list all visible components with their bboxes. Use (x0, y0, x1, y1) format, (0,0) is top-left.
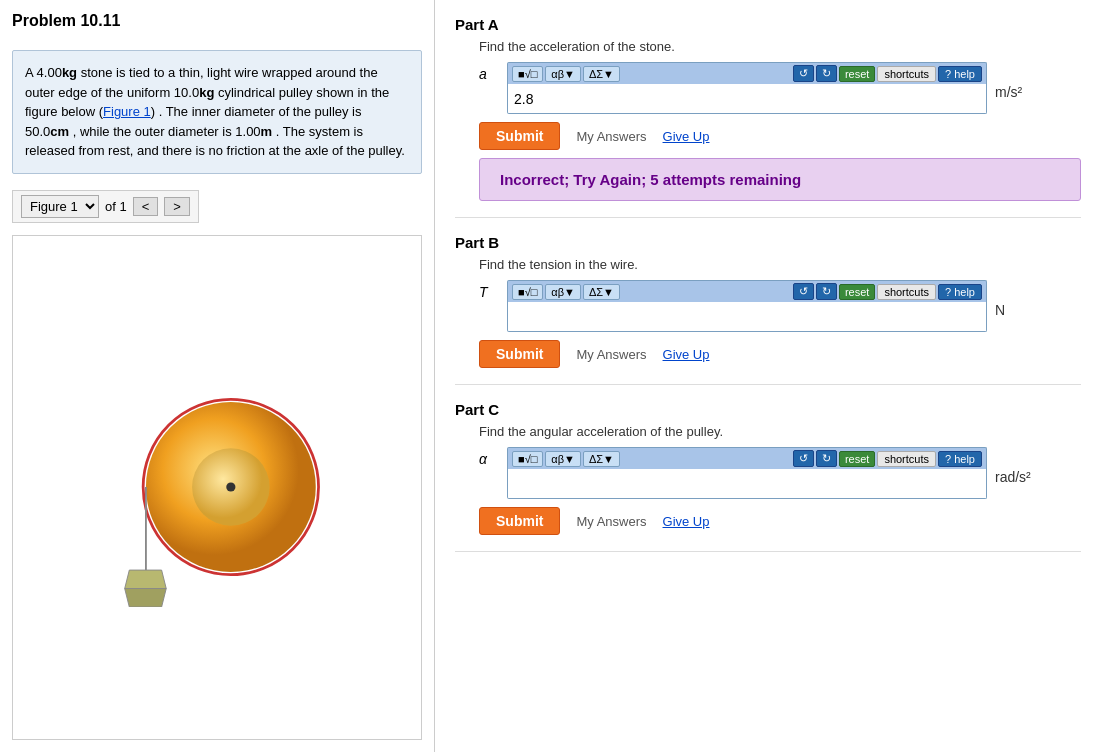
part-a-toolbar: ■√□ αβ▼ ΔΣ▼ ↺ ↻ reset shortcuts ? help (507, 62, 987, 84)
part-c-redo-btn[interactable]: ↻ (816, 450, 837, 467)
part-b-description: Find the tension in the wire. (479, 257, 1081, 272)
part-b-my-answers: My Answers (576, 347, 646, 362)
problem-text: A 4.00kg stone is tied to a thin, light … (25, 65, 405, 158)
part-b-undo-btn[interactable]: ↺ (793, 283, 814, 300)
part-a-reset-btn[interactable]: reset (839, 66, 875, 82)
part-a-give-up[interactable]: Give Up (663, 129, 710, 144)
part-a-description: Find the acceleration of the stone. (479, 39, 1081, 54)
part-b-redo-btn[interactable]: ↻ (816, 283, 837, 300)
part-b-title: Part B (455, 234, 1081, 251)
part-a-unit: m/s² (995, 84, 1022, 100)
part-c-submit-button[interactable]: Submit (479, 507, 560, 535)
part-a-alpha-btn[interactable]: αβ▼ (545, 66, 581, 82)
part-b-give-up[interactable]: Give Up (663, 347, 710, 362)
part-b-toolbar: ■√□ αβ▼ ΔΣ▼ ↺ ↻ reset shortcuts ? help (507, 280, 987, 302)
part-c-help-btn[interactable]: ? help (938, 451, 982, 467)
svg-marker-6 (125, 589, 167, 607)
figure-select[interactable]: Figure 1 (21, 195, 99, 218)
problem-title: Problem 10.11 (12, 12, 422, 30)
part-c-toolbar: ■√□ αβ▼ ΔΣ▼ ↺ ↻ reset shortcuts ? help (507, 447, 987, 469)
part-a-input[interactable] (507, 84, 987, 114)
part-a-sqrt-btn[interactable]: ■√□ (512, 66, 543, 82)
part-c-description: Find the angular acceleration of the pul… (479, 424, 1081, 439)
part-b-var-label: T (479, 284, 499, 300)
part-b-submit-button[interactable]: Submit (479, 340, 560, 368)
part-a-shortcuts-btn[interactable]: shortcuts (877, 66, 936, 82)
part-c-reset-btn[interactable]: reset (839, 451, 875, 467)
part-a-undo-btn[interactable]: ↺ (793, 65, 814, 82)
part-c-shortcuts-btn[interactable]: shortcuts (877, 451, 936, 467)
part-b-input-block: ■√□ αβ▼ ΔΣ▼ ↺ ↻ reset shortcuts ? help (507, 280, 987, 332)
part-b-sqrt-btn[interactable]: ■√□ (512, 284, 543, 300)
figure-next-button[interactable]: > (164, 197, 190, 216)
part-c-input[interactable] (507, 469, 987, 499)
part-c-sqrt-btn[interactable]: ■√□ (512, 451, 543, 467)
part-b-reset-btn[interactable]: reset (839, 284, 875, 300)
part-b-unit: N (995, 302, 1005, 318)
part-c-title: Part C (455, 401, 1081, 418)
figure-prev-button[interactable]: < (133, 197, 159, 216)
part-c-section: Part C Find the angular acceleration of … (455, 401, 1081, 552)
part-c-alpha-btn[interactable]: αβ▼ (545, 451, 581, 467)
problem-text-box: A 4.00kg stone is tied to a thin, light … (12, 50, 422, 174)
figure-of-label: of 1 (105, 199, 127, 214)
part-a-title: Part A (455, 16, 1081, 33)
svg-marker-5 (125, 570, 167, 588)
part-a-redo-btn[interactable]: ↻ (816, 65, 837, 82)
part-b-help-btn[interactable]: ? help (938, 284, 982, 300)
part-a-action-row: Submit My Answers Give Up (479, 122, 1081, 150)
part-c-my-answers: My Answers (576, 514, 646, 529)
part-c-undo-btn[interactable]: ↺ (793, 450, 814, 467)
part-c-delta-btn[interactable]: ΔΣ▼ (583, 451, 620, 467)
figure-controls: Figure 1 of 1 < > (12, 190, 199, 223)
pulley-svg (77, 367, 357, 607)
part-c-input-block: ■√□ αβ▼ ΔΣ▼ ↺ ↻ reset shortcuts ? help (507, 447, 987, 499)
part-a-input-block: ■√□ αβ▼ ΔΣ▼ ↺ ↻ reset shortcuts ? help (507, 62, 987, 114)
part-b-alpha-btn[interactable]: αβ▼ (545, 284, 581, 300)
part-c-var-label: α (479, 451, 499, 467)
part-c-unit: rad/s² (995, 469, 1031, 485)
svg-point-3 (226, 483, 235, 492)
part-b-action-row: Submit My Answers Give Up (479, 340, 1081, 368)
part-a-delta-btn[interactable]: ΔΣ▼ (583, 66, 620, 82)
part-a-feedback: Incorrect; Try Again; 5 attempts remaini… (479, 158, 1081, 201)
part-b-section: Part B Find the tension in the wire. T ■… (455, 234, 1081, 385)
part-a-submit-button[interactable]: Submit (479, 122, 560, 150)
figure-display (12, 235, 422, 741)
part-a-help-btn[interactable]: ? help (938, 66, 982, 82)
part-b-shortcuts-btn[interactable]: shortcuts (877, 284, 936, 300)
part-c-action-row: Submit My Answers Give Up (479, 507, 1081, 535)
part-b-input[interactable] (507, 302, 987, 332)
part-a-section: Part A Find the acceleration of the ston… (455, 16, 1081, 218)
right-panel: Part A Find the acceleration of the ston… (435, 0, 1101, 752)
part-b-answer-row: T ■√□ αβ▼ ΔΣ▼ ↺ ↻ reset shortcuts ? help… (479, 280, 1081, 332)
part-c-give-up[interactable]: Give Up (663, 514, 710, 529)
part-a-answer-row: a ■√□ αβ▼ ΔΣ▼ ↺ ↻ reset shortcuts ? help… (479, 62, 1081, 114)
part-b-delta-btn[interactable]: ΔΣ▼ (583, 284, 620, 300)
part-a-my-answers: My Answers (576, 129, 646, 144)
figure-link[interactable]: Figure 1 (103, 104, 151, 119)
part-c-answer-row: α ■√□ αβ▼ ΔΣ▼ ↺ ↻ reset shortcuts ? help… (479, 447, 1081, 499)
part-a-var-label: a (479, 66, 499, 82)
left-panel: Problem 10.11 A 4.00kg stone is tied to … (0, 0, 435, 752)
